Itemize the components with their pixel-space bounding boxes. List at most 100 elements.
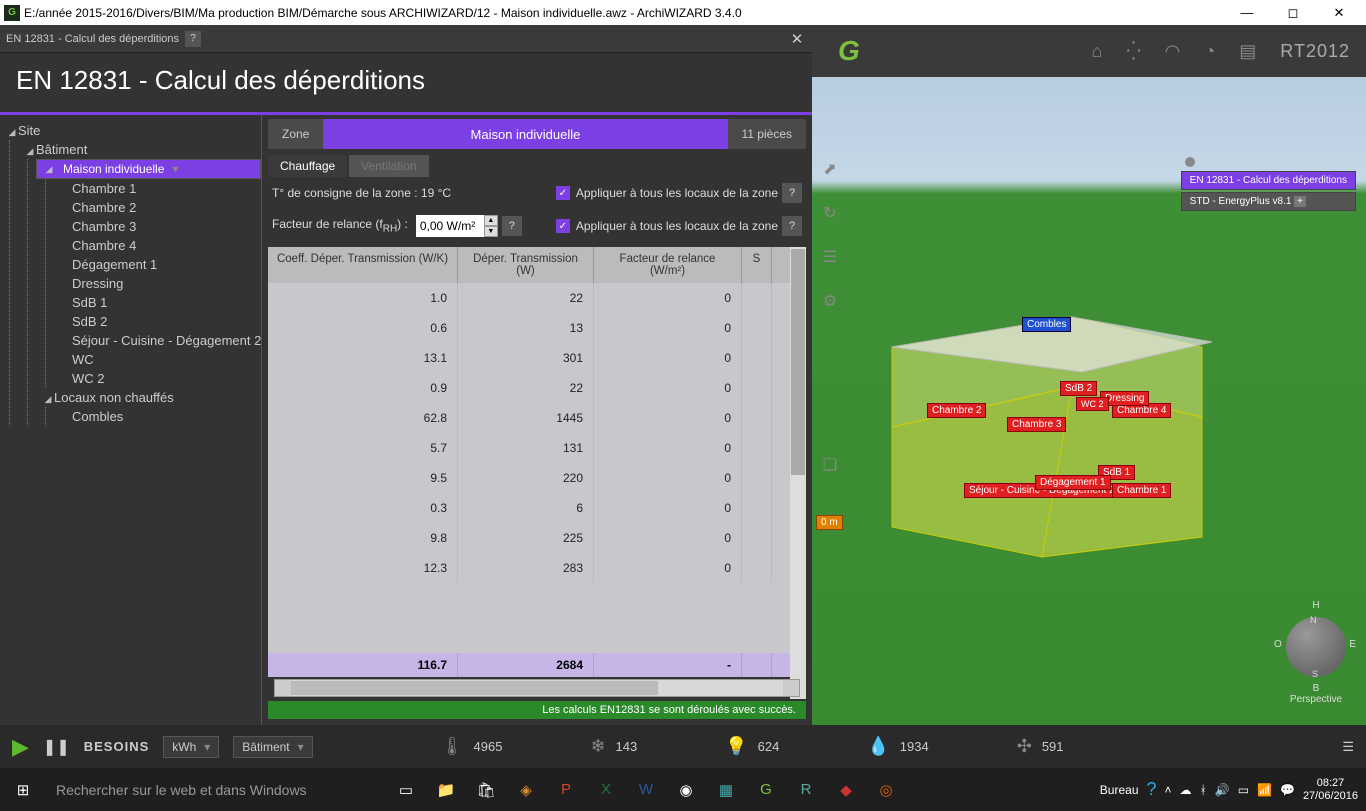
th-trans[interactable]: Déper. Transmission (W) [458, 247, 594, 283]
tree-room[interactable]: WC [54, 350, 261, 369]
battery-icon[interactable]: ▭ [1238, 783, 1249, 797]
tree-room[interactable]: Chambre 2 [54, 198, 261, 217]
minimize-button[interactable]: — [1224, 0, 1270, 25]
home-icon[interactable]: ⌂ [1091, 41, 1102, 62]
panel-close-button[interactable]: ✕ [788, 30, 806, 48]
th-relance[interactable]: Facteur de relance (W/m²) [594, 247, 742, 283]
layers-icon[interactable]: ☰ [818, 245, 842, 269]
label-wc2[interactable]: WC 2 [1076, 397, 1109, 411]
volume-icon[interactable]: 🔊 [1215, 783, 1230, 797]
label-chambre1[interactable]: Chambre 1 [1112, 483, 1171, 498]
wifi-icon[interactable]: ◠ [1165, 41, 1181, 62]
gear-icon[interactable]: ⚙ [818, 289, 842, 313]
table-row[interactable]: 1.0220 [268, 283, 806, 313]
panel-help-button[interactable]: ? [185, 31, 201, 47]
scope-select[interactable]: Bâtiment [233, 736, 312, 758]
pie-icon[interactable]: ◔ [1204, 41, 1215, 62]
tree-site[interactable]: ◢Site [0, 121, 261, 140]
table-row[interactable]: 12.32830 [268, 553, 806, 583]
tree-batiment[interactable]: ◢Bâtiment [18, 140, 261, 159]
unit-select[interactable]: kWh [163, 736, 219, 758]
tree-room[interactable]: Chambre 3 [54, 217, 261, 236]
label-chambre2[interactable]: Chambre 2 [927, 403, 986, 418]
cube-icon[interactable]: ❏ [818, 453, 842, 477]
spin-down[interactable]: ▼ [484, 226, 498, 237]
3d-viewport[interactable]: ⬈ ↻ ☰ ⚙ ❏ EN 12831 - Calcul des déperdit… [812, 77, 1366, 725]
label-degagement[interactable]: Dégagement 1 [1035, 475, 1111, 490]
tree-locaux[interactable]: ◢Locaux non chauffés [36, 388, 261, 407]
app1-icon[interactable]: ◈ [506, 781, 546, 799]
revit-icon[interactable]: R [786, 781, 826, 798]
tree-room[interactable]: SdB 1 [54, 293, 261, 312]
refresh-icon[interactable]: ↻ [818, 201, 842, 225]
onedrive-icon[interactable]: ☁ [1180, 783, 1192, 797]
th-coeff[interactable]: Coeff. Déper. Transmission (W/K) [268, 247, 458, 283]
cursor-icon[interactable]: ⬈ [818, 157, 842, 181]
table-row[interactable]: 0.9220 [268, 373, 806, 403]
scroll-thumb[interactable] [291, 681, 658, 695]
table-row[interactable]: 62.814450 [268, 403, 806, 433]
tab-ventilation[interactable]: Ventilation [349, 155, 428, 177]
help-tray-icon[interactable]: ? [1147, 779, 1157, 800]
building-tree[interactable]: ◢Site ◢Bâtiment ◢Maison individuelle Cha… [0, 115, 262, 725]
archiwizard-taskbar-icon[interactable]: G [746, 781, 786, 798]
spin-up[interactable]: ▲ [484, 215, 498, 226]
table-row[interactable]: 5.71310 [268, 433, 806, 463]
network-icon[interactable]: 📶 [1257, 783, 1272, 797]
help-apply2[interactable]: ? [782, 216, 802, 236]
scroll-right[interactable]: ▸ [783, 680, 799, 696]
list-icon[interactable]: ▤ [1239, 41, 1256, 62]
tag-anchor-icon[interactable] [1185, 157, 1195, 167]
apply-facteur-checkbox[interactable]: ✓ [556, 219, 570, 233]
label-combles[interactable]: Combles [1022, 317, 1071, 332]
scroll-left[interactable]: ◂ [275, 680, 291, 696]
store-icon[interactable]: 🛍 [466, 781, 506, 799]
tag-energyplus[interactable]: STD - EnergyPlus v8.1 + [1181, 192, 1356, 211]
action-center-icon[interactable]: 💬 [1280, 783, 1295, 797]
desktop-label[interactable]: Bureau [1100, 783, 1139, 797]
start-button[interactable]: ⊞ [0, 781, 46, 799]
taskbar-clock[interactable]: 08:2727/06/2016 [1303, 777, 1358, 803]
play-button[interactable]: ▶ [12, 734, 29, 760]
tree-room[interactable]: Dégagement 1 [54, 255, 261, 274]
table-row[interactable]: 13.13010 [268, 343, 806, 373]
tree-room[interactable]: Dressing [54, 274, 261, 293]
facteur-input[interactable] [416, 216, 484, 236]
label-chambre3[interactable]: Chambre 3 [1007, 417, 1066, 432]
taskbar-search[interactable]: Rechercher sur le web et dans Windows [46, 782, 386, 798]
th-s[interactable]: S [742, 247, 772, 283]
taskview-icon[interactable]: ▭ [386, 781, 426, 799]
help-facteur[interactable]: ? [502, 216, 522, 236]
chrome-icon[interactable]: ◉ [666, 781, 706, 799]
table-hscroll[interactable]: ◂ ▸ [274, 679, 800, 697]
tag-en12831[interactable]: EN 12831 - Calcul des déperditions [1181, 171, 1356, 190]
panel-tab-label[interactable]: EN 12831 - Calcul des déperditions [6, 33, 179, 45]
excel-icon[interactable]: X [586, 781, 626, 798]
menu-icon[interactable]: ☰ [1342, 739, 1354, 755]
powerpoint-icon[interactable]: P [546, 781, 586, 798]
firefox-icon[interactable]: ◎ [866, 781, 906, 799]
tree-room[interactable]: Chambre 4 [54, 236, 261, 255]
bluetooth-icon[interactable]: ᚼ [1200, 783, 1207, 797]
close-button[interactable]: ✕ [1316, 0, 1362, 25]
rt2012-button[interactable]: RT2012 [1280, 41, 1350, 62]
tree-room[interactable]: Séjour - Cuisine - Dégagement 2 [54, 331, 261, 350]
tree-room[interactable]: WC 2 [54, 369, 261, 388]
word-icon[interactable]: W [626, 781, 666, 798]
explorer-icon[interactable]: 📁 [426, 781, 466, 799]
pause-button[interactable]: ❚❚ [43, 737, 70, 757]
tree-room[interactable]: SdB 2 [54, 312, 261, 331]
maximize-button[interactable]: ◻ [1270, 0, 1316, 25]
table-row[interactable]: 0.360 [268, 493, 806, 523]
zone-button[interactable]: Zone [268, 119, 323, 149]
facteur-spinner[interactable]: ▲▼ [416, 215, 498, 237]
tray-chevron-icon[interactable]: ˄ [1165, 783, 1172, 797]
table-body[interactable]: 1.02200.613013.130100.922062.8144505.713… [268, 283, 806, 653]
compass[interactable]: H O E N S B Perspective [1286, 600, 1346, 705]
tree-room[interactable]: Chambre 1 [54, 179, 261, 198]
table-row[interactable]: 0.6130 [268, 313, 806, 343]
tree-combles[interactable]: Combles [54, 407, 261, 426]
app2-icon[interactable]: ▦ [706, 781, 746, 799]
apply-consigne-checkbox[interactable]: ✓ [556, 186, 570, 200]
tree-maison[interactable]: ◢Maison individuelle [36, 159, 261, 179]
